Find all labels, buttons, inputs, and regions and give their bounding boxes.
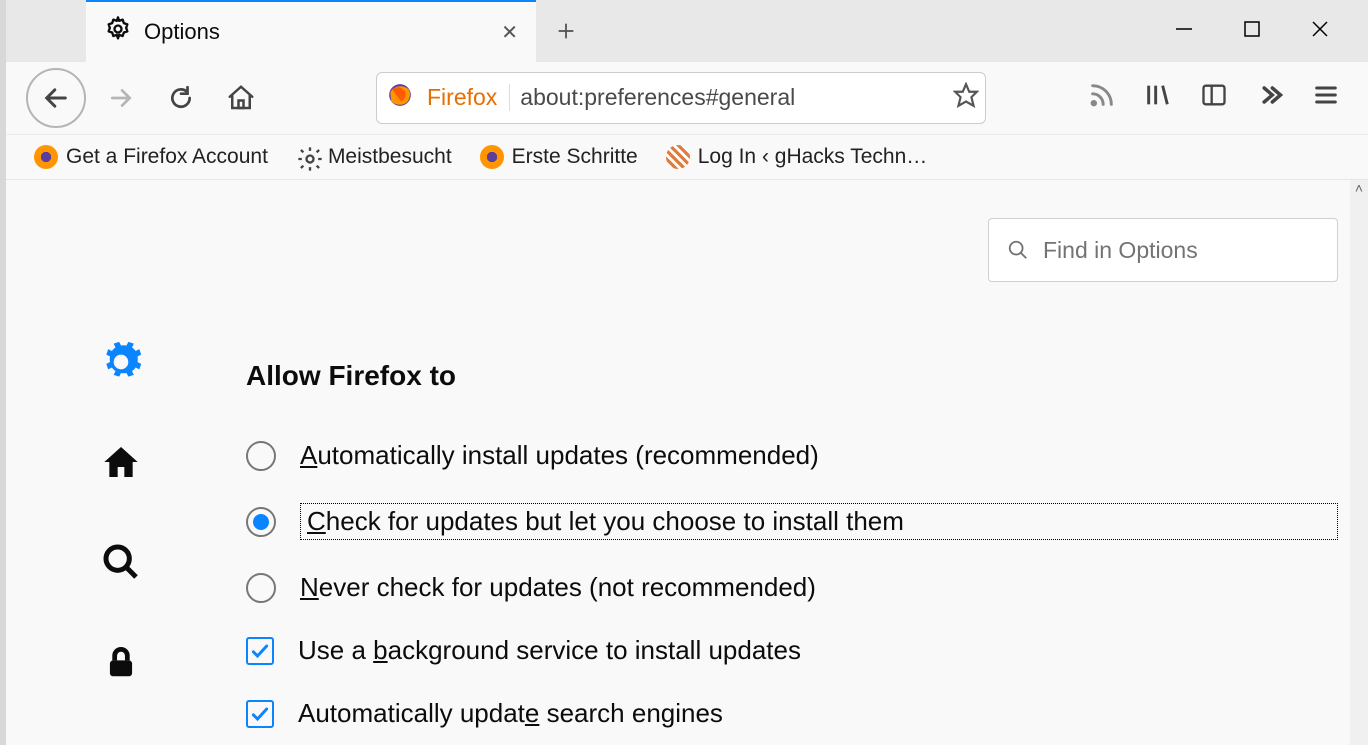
bookmark-erste-schritte[interactable]: Erste Schritte (480, 145, 638, 169)
bookmark-ghacks[interactable]: Log In ‹ gHacks Techn… (666, 145, 928, 169)
back-button[interactable] (26, 68, 86, 128)
reload-button[interactable] (156, 73, 206, 123)
bookmark-label: Log In ‹ gHacks Techn… (698, 145, 928, 169)
ghacks-favicon-icon (666, 145, 690, 169)
radio-check-updates[interactable]: Check for updates but let you choose to … (246, 487, 1338, 556)
option-label: Check for updates but let you choose to … (300, 503, 1338, 540)
bookmark-meistbesucht[interactable]: Meistbesucht (296, 145, 452, 169)
bookmark-firefox-account[interactable]: Get a Firefox Account (34, 145, 268, 169)
nav-toolbar: Firefox about:preferences#general (6, 62, 1368, 135)
preferences-content: ˄ Find in Options Allow Firefox to (6, 180, 1368, 745)
library-icon[interactable] (1144, 81, 1172, 114)
close-tab-icon[interactable]: ✕ (497, 16, 522, 49)
bookmark-label: Meistbesucht (328, 145, 452, 169)
firefox-favicon-icon (480, 145, 504, 169)
search-icon (1007, 239, 1029, 261)
radio-auto-install[interactable]: Automatically install updates (recommend… (246, 424, 1338, 487)
radio-icon (246, 441, 276, 471)
checkbox-icon (246, 637, 274, 665)
option-label: Use a background service to install upda… (298, 635, 801, 666)
tab-options[interactable]: Options ✕ (86, 0, 536, 62)
home-button[interactable] (216, 73, 266, 123)
close-window-icon[interactable] (1310, 19, 1330, 44)
option-label: Automatically update search engines (298, 698, 723, 729)
titlebar: Options ✕ (6, 0, 1368, 62)
search-placeholder: Find in Options (1043, 237, 1198, 264)
sidebar-toggle-icon[interactable] (1200, 81, 1228, 114)
identity-label: Firefox (423, 84, 510, 111)
checkbox-update-search-engines[interactable]: Automatically update search engines (246, 682, 1338, 745)
preferences-sidebar (6, 180, 236, 745)
maximize-icon[interactable] (1242, 19, 1262, 44)
bookmark-label: Erste Schritte (512, 145, 638, 169)
sidebar-home-icon[interactable] (99, 440, 143, 484)
window-controls (1174, 0, 1368, 62)
option-label: Never check for updates (not recommended… (300, 572, 816, 603)
gear-icon (296, 145, 320, 169)
radio-never-check[interactable]: Never check for updates (not recommended… (246, 556, 1338, 619)
url-bar[interactable]: Firefox about:preferences#general (376, 72, 986, 124)
sidebar-general-icon[interactable] (99, 340, 143, 384)
radio-icon (246, 573, 276, 603)
url-text: about:preferences#general (520, 84, 943, 111)
radio-icon (246, 507, 276, 537)
overflow-icon[interactable] (1256, 81, 1284, 114)
sidebar-search-icon[interactable] (99, 540, 143, 584)
menu-icon[interactable] (1312, 81, 1340, 114)
bookmarks-bar: Get a Firefox Account Meistbesucht Erste… (6, 135, 1368, 180)
firefox-logo-icon (387, 82, 413, 113)
rss-icon[interactable] (1088, 81, 1116, 114)
bookmark-label: Get a Firefox Account (66, 145, 268, 169)
find-in-options-input[interactable]: Find in Options (988, 218, 1338, 282)
checkbox-background-service[interactable]: Use a background service to install upda… (246, 619, 1338, 682)
minimize-icon[interactable] (1174, 19, 1194, 44)
option-label: Automatically install updates (recommend… (300, 440, 819, 471)
tab-label: Options (144, 19, 485, 45)
forward-button[interactable] (96, 73, 146, 123)
checkbox-icon (246, 700, 274, 728)
firefox-favicon-icon (34, 145, 58, 169)
gear-icon (104, 15, 132, 49)
sidebar-privacy-icon[interactable] (99, 640, 143, 684)
bookmark-star-icon[interactable] (953, 82, 979, 113)
new-tab-button[interactable] (536, 0, 596, 62)
section-heading: Allow Firefox to (246, 360, 1338, 392)
preferences-main: Find in Options Allow Firefox to Automat… (236, 180, 1368, 745)
